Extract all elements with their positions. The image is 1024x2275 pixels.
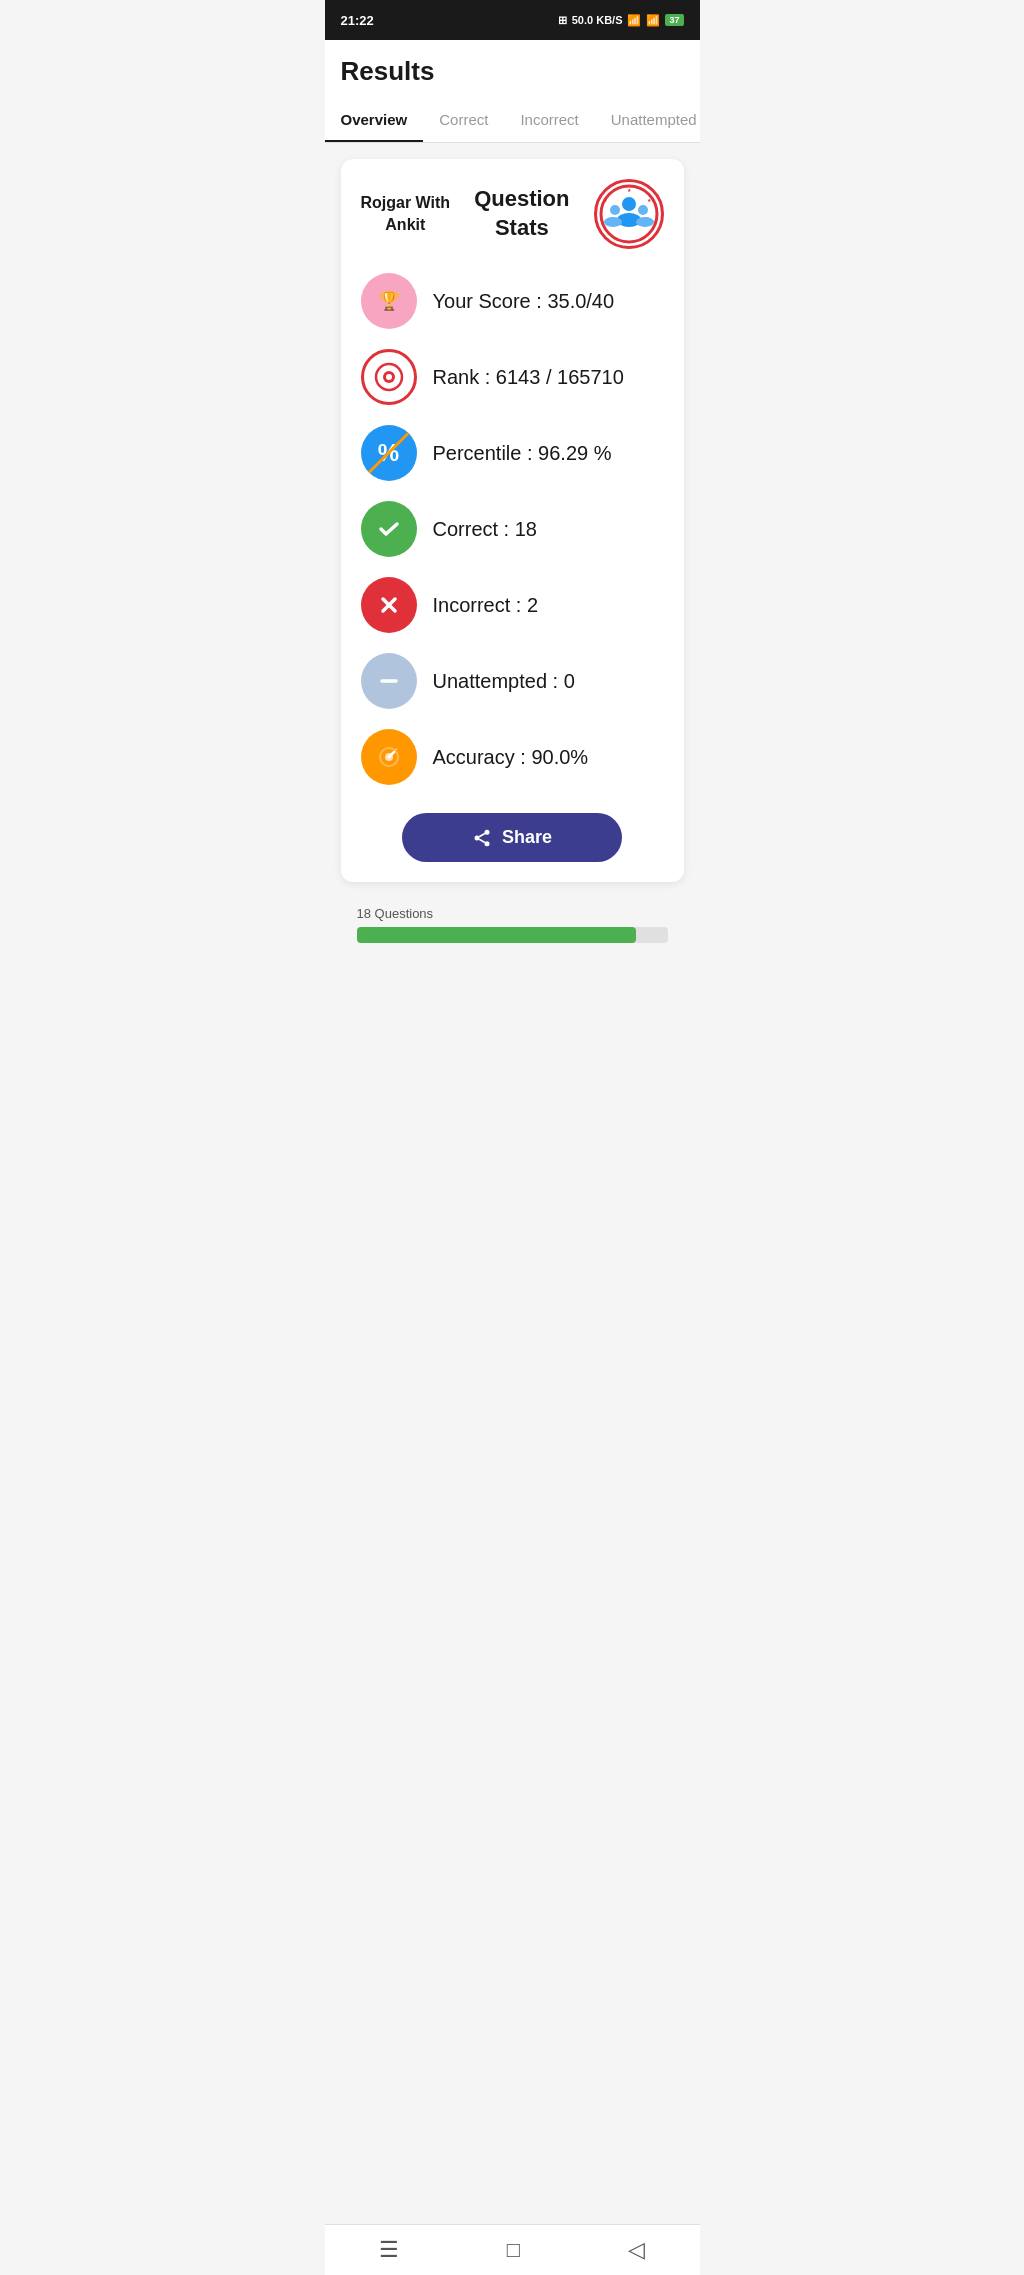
bluetooth-icon: ⊞: [558, 14, 567, 27]
brand-logo: ★ ★ ★: [594, 179, 664, 249]
tab-overview[interactable]: Overview: [325, 99, 424, 143]
battery-icon: 37: [665, 14, 683, 26]
percentile-text: Percentile : 96.29 %: [433, 442, 612, 465]
stat-unattempted: Unattempted : 0: [361, 653, 664, 709]
svg-point-27: [474, 835, 479, 840]
stat-accuracy: Accuracy : 90.0%: [361, 729, 664, 785]
back-icon[interactable]: ◁: [628, 2237, 645, 2263]
status-icons: ⊞ 50.0 KB/S 📶 📶 37: [558, 14, 684, 27]
card-header: Rojgar WithAnkit QuestionStats ★ ★ ★: [361, 179, 664, 249]
progress-section: 18 Questions: [341, 890, 684, 959]
progress-label: 18 Questions: [357, 906, 668, 921]
brand-name: Rojgar WithAnkit: [361, 192, 451, 237]
svg-point-14: [386, 374, 392, 380]
results-card: Rojgar WithAnkit QuestionStats ★ ★ ★: [341, 159, 684, 882]
rank-text: Rank : 6143 / 165710: [433, 366, 624, 389]
svg-line-29: [479, 839, 485, 842]
accuracy-text: Accuracy : 90.0%: [433, 746, 589, 769]
svg-text:🏆: 🏆: [378, 290, 401, 312]
svg-point-5: [638, 205, 648, 215]
stat-incorrect: Incorrect : 2: [361, 577, 664, 633]
svg-point-26: [484, 829, 489, 834]
page-header: Results: [325, 40, 700, 99]
stat-correct: Correct : 18: [361, 501, 664, 557]
wifi-icon: 📶: [627, 14, 641, 27]
tab-correct[interactable]: Correct: [423, 99, 504, 143]
unattempted-icon: [361, 653, 417, 709]
main-content: Rojgar WithAnkit QuestionStats ★ ★ ★: [325, 143, 700, 975]
unattempted-text: Unattempted : 0: [433, 670, 575, 693]
tab-incorrect[interactable]: Incorrect: [504, 99, 594, 143]
menu-icon[interactable]: ☰: [379, 2237, 399, 2263]
svg-point-3: [610, 205, 620, 215]
incorrect-icon: [361, 577, 417, 633]
svg-line-30: [479, 833, 485, 836]
progress-bar-fill: [357, 927, 637, 943]
tab-unattempted[interactable]: Unattempted: [595, 99, 700, 143]
home-icon[interactable]: □: [507, 2237, 520, 2263]
share-button[interactable]: Share: [402, 813, 622, 862]
score-icon: 🏆: [361, 273, 417, 329]
stat-score: 🏆 Your Score : 35.0/40: [361, 273, 664, 329]
signal-icon: 📶: [646, 14, 660, 27]
percentile-icon: [361, 425, 417, 481]
stats-list: 🏆 Your Score : 35.0/40 Rank : 6143 / 165…: [361, 273, 664, 785]
nav-bar: ☰ □ ◁: [325, 2224, 700, 2275]
svg-point-1: [622, 197, 636, 211]
status-time: 21:22: [341, 13, 374, 28]
stat-rank: Rank : 6143 / 165710: [361, 349, 664, 405]
svg-point-6: [636, 217, 654, 227]
share-label: Share: [502, 827, 552, 848]
page-title: Results: [341, 56, 684, 99]
incorrect-text: Incorrect : 2: [433, 594, 539, 617]
correct-icon: [361, 501, 417, 557]
svg-point-4: [604, 217, 622, 227]
progress-bar-bg: [357, 927, 668, 943]
status-bar: 21:22 ⊞ 50.0 KB/S 📶 📶 37: [325, 0, 700, 40]
correct-text: Correct : 18: [433, 518, 537, 541]
data-speed: 50.0 KB/S: [572, 14, 623, 26]
rank-icon: [361, 349, 417, 405]
accuracy-icon: [361, 729, 417, 785]
score-text: Your Score : 35.0/40: [433, 290, 615, 313]
card-title: QuestionStats: [474, 185, 569, 242]
stat-percentile: Percentile : 96.29 %: [361, 425, 664, 481]
svg-point-28: [484, 841, 489, 846]
tabs-container: Overview Correct Incorrect Unattempted: [325, 99, 700, 143]
